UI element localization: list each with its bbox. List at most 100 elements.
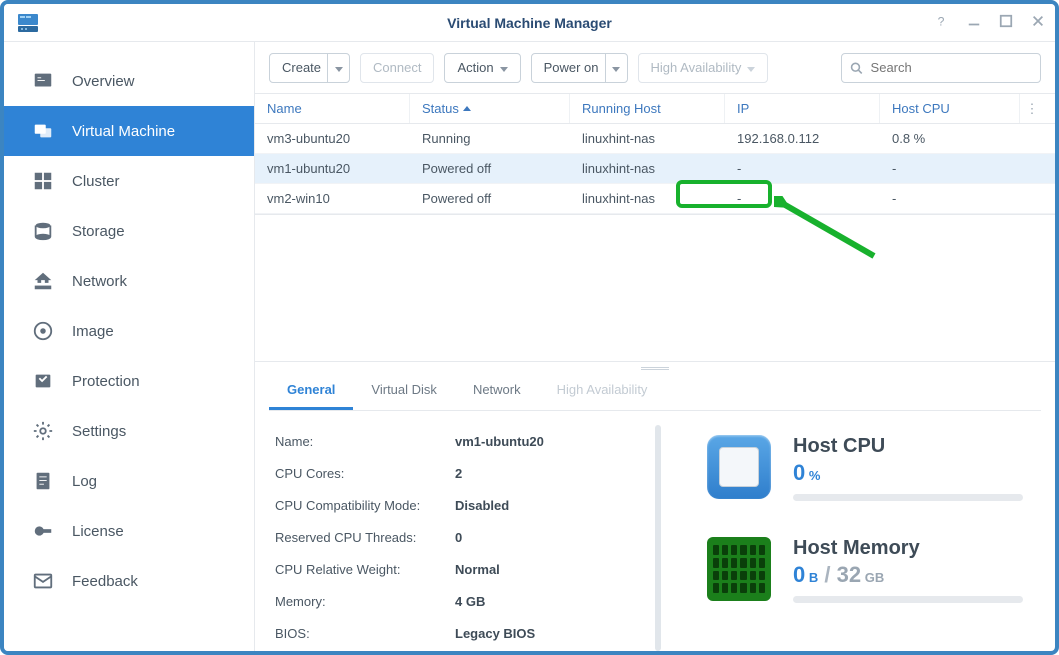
chevron-down-icon xyxy=(500,60,508,75)
prop-value: vm1-ubuntu20 xyxy=(455,434,544,449)
cell-ip: 192.168.0.112 xyxy=(725,124,880,153)
prop-key: Reserved CPU Threads: xyxy=(275,530,455,545)
maximize-icon[interactable] xyxy=(997,12,1015,30)
sidebar-item-license[interactable]: License xyxy=(4,506,254,556)
prop-key: CPU Relative Weight: xyxy=(275,562,455,577)
window-title: Virtual Machine Manager xyxy=(447,15,612,31)
cell-status: Running xyxy=(410,124,570,153)
stat-value: 0 % xyxy=(793,460,1041,486)
sidebar-item-storage[interactable]: Storage xyxy=(4,206,254,256)
prop-value: 0 xyxy=(455,530,462,545)
sidebar-item-image[interactable]: Image xyxy=(4,306,254,356)
col-status[interactable]: Status xyxy=(410,94,570,123)
cell-host: linuxhint-nas xyxy=(570,124,725,153)
license-icon xyxy=(32,520,54,542)
tab-high-availability: High Availability xyxy=(539,374,666,410)
create-button[interactable]: Create xyxy=(269,53,350,83)
sidebar-item-network[interactable]: Network xyxy=(4,256,254,306)
table-row[interactable]: vm2-win10 Powered off linuxhint-nas - - xyxy=(255,184,1055,214)
action-button[interactable]: Action xyxy=(444,53,520,83)
prop-value: Normal xyxy=(455,562,500,577)
cell-cpu: - xyxy=(880,154,1020,183)
vm-table: Name Status Running Host IP Host CPU ⋮ v… xyxy=(255,94,1055,215)
sidebar-item-protection[interactable]: Protection xyxy=(4,356,254,406)
sidebar: Overview Virtual Machine Cluster Storage… xyxy=(4,42,254,651)
feedback-icon xyxy=(32,570,54,592)
cell-cpu: - xyxy=(880,184,1020,213)
stat-value: 0 B / 32 GB xyxy=(793,562,1041,588)
memory-icon xyxy=(707,537,771,601)
cell-ip: - xyxy=(725,154,880,183)
search-input[interactable] xyxy=(869,59,1032,76)
app-window: Virtual Machine Manager ? Overview Virtu… xyxy=(0,0,1059,655)
sidebar-item-label: Virtual Machine xyxy=(72,123,175,140)
minimize-icon[interactable] xyxy=(965,12,983,30)
sidebar-item-label: Image xyxy=(72,323,114,340)
high-availability-button-label: High Availability xyxy=(651,60,742,75)
cell-ip: - xyxy=(725,184,880,213)
power-on-button[interactable]: Power on xyxy=(531,53,628,83)
sidebar-item-settings[interactable]: Settings xyxy=(4,406,254,456)
high-availability-button[interactable]: High Availability xyxy=(638,53,769,83)
col-menu-icon[interactable]: ⋮ xyxy=(1020,94,1044,123)
sidebar-item-feedback[interactable]: Feedback xyxy=(4,556,254,606)
table-row[interactable]: vm3-ubuntu20 Running linuxhint-nas 192.1… xyxy=(255,124,1055,154)
scrollbar[interactable] xyxy=(655,425,661,651)
storage-icon xyxy=(32,220,54,242)
prop-key: CPU Compatibility Mode: xyxy=(275,498,455,513)
stats-panel: Host CPU 0 % xyxy=(677,425,1041,651)
progress-bar xyxy=(793,494,1023,501)
search-icon xyxy=(850,61,863,75)
log-icon xyxy=(32,470,54,492)
col-cpu[interactable]: Host CPU xyxy=(880,94,1020,123)
overview-icon xyxy=(32,70,54,92)
progress-bar xyxy=(793,596,1023,603)
table-header: Name Status Running Host IP Host CPU ⋮ xyxy=(255,94,1055,124)
col-host[interactable]: Running Host xyxy=(570,94,725,123)
resize-handle-icon[interactable] xyxy=(269,362,1041,374)
stat-host-memory: Host Memory 0 B / 32 GB xyxy=(707,537,1041,603)
settings-icon xyxy=(32,420,54,442)
sidebar-item-label: Protection xyxy=(72,373,140,390)
cell-status: Powered off xyxy=(410,154,570,183)
col-ip[interactable]: IP xyxy=(725,94,880,123)
sidebar-item-label: Network xyxy=(72,273,127,290)
prop-key: Name: xyxy=(275,434,455,449)
sidebar-item-label: Feedback xyxy=(72,573,138,590)
sidebar-item-virtual-machine[interactable]: Virtual Machine xyxy=(4,106,254,156)
cell-name: vm3-ubuntu20 xyxy=(255,124,410,153)
tab-general[interactable]: General xyxy=(269,374,353,410)
stat-title: Host Memory xyxy=(793,537,1041,560)
detail-panel: General Virtual Disk Network High Availa… xyxy=(255,361,1055,651)
close-icon[interactable] xyxy=(1029,12,1047,30)
col-name[interactable]: Name xyxy=(255,94,410,123)
search-box[interactable] xyxy=(841,53,1041,83)
connect-button[interactable]: Connect xyxy=(360,53,434,83)
detail-tabs: General Virtual Disk Network High Availa… xyxy=(269,374,1041,411)
cpu-icon xyxy=(707,435,771,499)
sidebar-item-log[interactable]: Log xyxy=(4,456,254,506)
tab-virtual-disk[interactable]: Virtual Disk xyxy=(353,374,455,410)
sidebar-item-label: License xyxy=(72,523,124,540)
stat-title: Host CPU xyxy=(793,435,1041,458)
action-button-label: Action xyxy=(457,60,493,75)
sidebar-item-label: Cluster xyxy=(72,173,120,190)
sidebar-item-label: Overview xyxy=(72,73,135,90)
sidebar-item-label: Settings xyxy=(72,423,126,440)
cluster-icon xyxy=(32,170,54,192)
sidebar-item-cluster[interactable]: Cluster xyxy=(4,156,254,206)
vm-icon xyxy=(32,120,54,142)
sidebar-item-label: Storage xyxy=(72,223,125,240)
tab-network[interactable]: Network xyxy=(455,374,539,410)
prop-value: 2 xyxy=(455,466,462,481)
cell-cpu: 0.8 % xyxy=(880,124,1020,153)
sidebar-item-overview[interactable]: Overview xyxy=(4,56,254,106)
prop-key: BIOS: xyxy=(275,626,455,641)
cell-host: linuxhint-nas xyxy=(570,154,725,183)
sidebar-item-label: Log xyxy=(72,473,97,490)
prop-key: Memory: xyxy=(275,594,455,609)
prop-value: Disabled xyxy=(455,498,509,513)
help-icon[interactable]: ? xyxy=(933,12,951,30)
table-row[interactable]: vm1-ubuntu20 Powered off linuxhint-nas -… xyxy=(255,154,1055,184)
main-panel: Create Connect Action Power on High Avai… xyxy=(254,42,1055,651)
